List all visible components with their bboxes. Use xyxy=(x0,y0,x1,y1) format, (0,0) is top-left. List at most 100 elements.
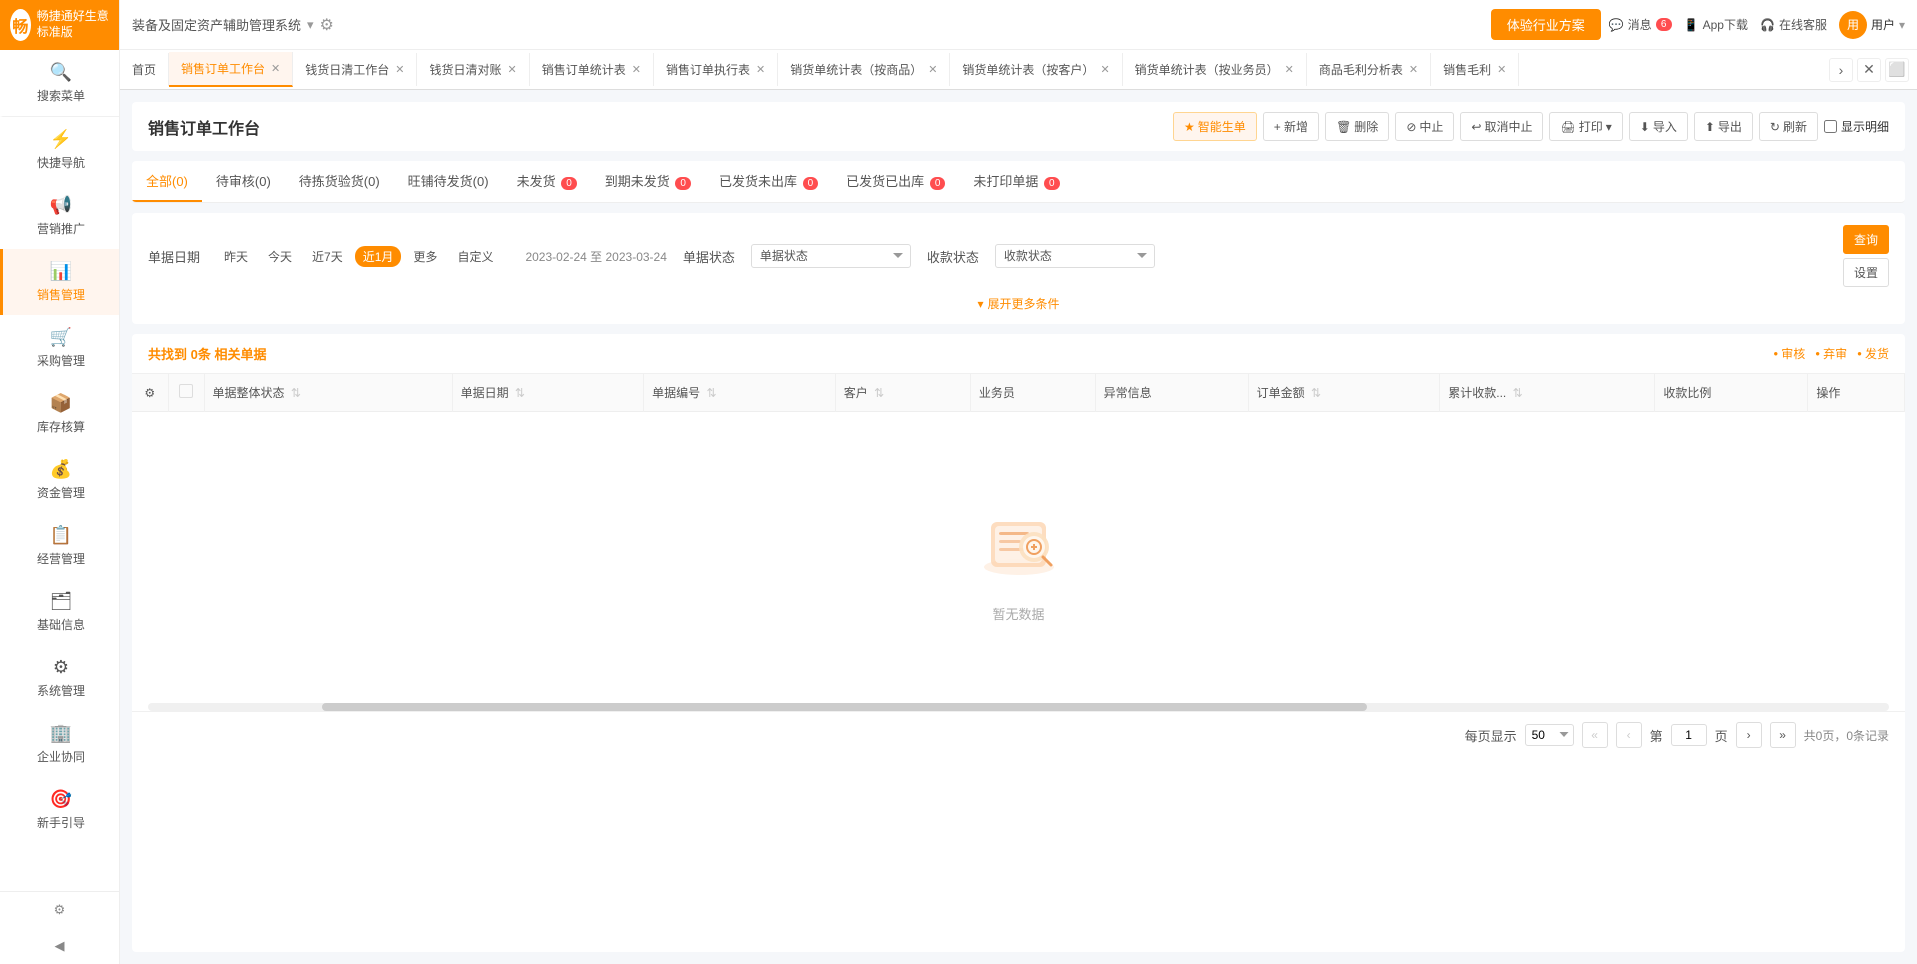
tab-margin-analysis[interactable]: 商品毛利分析表 ✕ xyxy=(1307,53,1431,86)
date-option-today[interactable]: 今天 xyxy=(260,246,300,267)
tab-close-all[interactable]: ✕ xyxy=(1857,58,1881,82)
tab-cash-reconcile-label: 钱货日清对账 xyxy=(429,61,501,78)
th-status[interactable]: 单据整体状态 ⇅ xyxy=(204,374,452,412)
tab-home[interactable]: 首页 xyxy=(120,53,169,86)
add-btn[interactable]: + 新增 xyxy=(1263,112,1319,141)
tab-scroll-right[interactable]: › xyxy=(1829,58,1853,82)
tab-sales-stat-product-close[interactable]: ✕ xyxy=(928,63,937,76)
filter-tab-shipped-out[interactable]: 已发货已出库 0 xyxy=(832,161,959,202)
suspend-btn[interactable]: ⊘ 中止 xyxy=(1395,112,1454,141)
th-amount[interactable]: 订单金额 ⇅ xyxy=(1248,374,1440,412)
trial-btn[interactable]: 体验行业方案 xyxy=(1491,9,1601,40)
page-next-btn[interactable]: › xyxy=(1736,722,1762,748)
sidebar-item-quick-nav[interactable]: ⚡ 快捷导航 xyxy=(0,117,119,183)
payment-select[interactable]: 收款状态 xyxy=(995,244,1155,268)
app-download-btn[interactable]: 📱 App下载 xyxy=(1684,16,1748,33)
tab-cash-clear[interactable]: 钱货日清工作台 ✕ xyxy=(293,53,417,86)
tab-sales-workbench-close[interactable]: ✕ xyxy=(271,62,280,75)
date-option-7days[interactable]: 近7天 xyxy=(304,246,351,267)
page-first-btn[interactable]: « xyxy=(1582,722,1608,748)
settings-bottom-btn[interactable]: ⚙ xyxy=(0,892,119,928)
table-header-row: ⚙ 单据整体状态 ⇅ 单据日期 ⇅ 单据编号 ⇅ 客户 ⇅ 业务员 异常信息 订… xyxy=(132,374,1905,412)
page-last-btn[interactable]: » xyxy=(1770,722,1796,748)
abandon-review-action[interactable]: 弃审 xyxy=(1815,345,1847,362)
page-prev-btn[interactable]: ‹ xyxy=(1616,722,1642,748)
filter-tab-pending-review[interactable]: 待审核(0) xyxy=(202,161,285,202)
show-detail-checkbox-label[interactable]: 显示明细 xyxy=(1824,118,1889,135)
tab-sales-stat-staff-close[interactable]: ✕ xyxy=(1285,63,1294,76)
settings-icon[interactable]: ⚙ xyxy=(320,15,334,35)
th-customer[interactable]: 客户 ⇅ xyxy=(835,374,970,412)
tab-cash-clear-close[interactable]: ✕ xyxy=(395,63,404,76)
filter-tab-pending-inspect[interactable]: 待拣货验货(0) xyxy=(285,161,394,202)
tab-sales-stat-close[interactable]: ✕ xyxy=(632,63,641,76)
status-select[interactable]: 单据状态 xyxy=(751,244,911,268)
page-number-input[interactable] xyxy=(1671,724,1707,746)
settings-filter-btn[interactable]: 设置 xyxy=(1843,258,1889,287)
tab-sales-stat-staff[interactable]: 销货单统计表（按业务员） ✕ xyxy=(1123,53,1307,86)
tab-sales-exec-close[interactable]: ✕ xyxy=(756,63,765,76)
tab-margin-analysis-close[interactable]: ✕ xyxy=(1409,63,1418,76)
filter-tab-wangpu[interactable]: 旺铺待发货(0) xyxy=(394,161,503,202)
sidebar-item-inventory[interactable]: 📦 库存核算 xyxy=(0,381,119,447)
refresh-btn[interactable]: ↻ 刷新 xyxy=(1759,112,1818,141)
print-btn[interactable]: 🖨 打印 ▾ xyxy=(1549,112,1622,141)
tab-cash-reconcile-close[interactable]: ✕ xyxy=(508,63,517,76)
tab-sales-profit[interactable]: 销售毛利 ✕ xyxy=(1431,53,1519,86)
th-collected[interactable]: 累计收款... ⇅ xyxy=(1440,374,1655,412)
date-option-custom[interactable]: 自定义 xyxy=(449,246,501,267)
scrollbar-thumb[interactable] xyxy=(322,703,1367,711)
sidebar-item-operation[interactable]: 📋 经营管理 xyxy=(0,513,119,579)
tab-sales-stat-customer-close[interactable]: ✕ xyxy=(1100,63,1109,76)
collapse-btn[interactable]: ◀ xyxy=(0,928,119,964)
horizontal-scrollbar[interactable] xyxy=(148,703,1889,711)
sidebar-item-system[interactable]: ⚙ 系统管理 xyxy=(0,645,119,711)
filter-tab-not-shipped[interactable]: 未发货 0 xyxy=(503,161,591,202)
tab-sales-stat-customer[interactable]: 销货单统计表（按客户） ✕ xyxy=(950,53,1122,86)
ship-action[interactable]: 发货 xyxy=(1857,345,1889,362)
tab-sales-exec[interactable]: 销售订单执行表 ✕ xyxy=(654,53,778,86)
show-detail-checkbox[interactable] xyxy=(1824,120,1837,133)
sidebar-item-guide[interactable]: 🎯 新手引导 xyxy=(0,777,119,843)
date-options: 昨天 今天 近7天 近1月 更多 自定义 xyxy=(216,246,501,267)
ai-smart-btn[interactable]: ★ 智能生单 xyxy=(1173,112,1257,141)
cancel-suspend-btn[interactable]: ↩ 取消中止 xyxy=(1460,112,1543,141)
review-action[interactable]: 审核 xyxy=(1773,345,1805,362)
tab-sales-stat-product[interactable]: 销货单统计表（按商品） ✕ xyxy=(778,53,950,86)
tab-cash-reconcile[interactable]: 钱货日清对账 ✕ xyxy=(417,53,529,86)
dropdown-icon[interactable]: ▾ xyxy=(307,17,314,33)
tab-maximize[interactable]: ⬜ xyxy=(1885,58,1909,82)
tab-sales-stat[interactable]: 销售订单统计表 ✕ xyxy=(530,53,654,86)
sidebar-item-search[interactable]: 🔍 搜索菜单 xyxy=(0,50,119,117)
sidebar-item-purchase[interactable]: 🛒 采购管理 xyxy=(0,315,119,381)
message-btn[interactable]: 💬 消息 6 xyxy=(1609,16,1672,33)
sidebar-item-base[interactable]: 🗂 基础信息 xyxy=(0,579,119,645)
sidebar-item-sales[interactable]: 📊 销售管理 xyxy=(0,249,119,315)
cancel-suspend-label: 取消中止 xyxy=(1484,118,1532,135)
date-option-month[interactable]: 近1月 xyxy=(355,246,402,267)
filter-tabs: 全部(0) 待审核(0) 待拣货验货(0) 旺铺待发货(0) 未发货 0 到期未… xyxy=(132,161,1905,203)
import-btn[interactable]: ⬇ 导入 xyxy=(1629,112,1688,141)
tab-sales-profit-close[interactable]: ✕ xyxy=(1497,63,1506,76)
th-checkbox[interactable] xyxy=(168,374,204,412)
delete-btn[interactable]: 🗑 删除 xyxy=(1325,112,1389,141)
filter-tab-not-printed[interactable]: 未打印单据 0 xyxy=(959,161,1073,202)
page-size-select[interactable]: 50 10 20 100 xyxy=(1525,724,1574,746)
sidebar-item-marketing[interactable]: 📢 营销推广 xyxy=(0,183,119,249)
filter-tab-all[interactable]: 全部(0) xyxy=(132,161,202,202)
date-option-yesterday[interactable]: 昨天 xyxy=(216,246,256,267)
export-btn[interactable]: ⬆ 导出 xyxy=(1694,112,1753,141)
filter-tab-shipped-not-out[interactable]: 已发货未出库 0 xyxy=(705,161,832,202)
expand-conditions-btn[interactable]: ▾ 展开更多条件 xyxy=(977,295,1059,312)
th-date[interactable]: 单据日期 ⇅ xyxy=(452,374,644,412)
query-btn[interactable]: 查询 xyxy=(1843,225,1889,254)
th-number[interactable]: 单据编号 ⇅ xyxy=(644,374,836,412)
th-settings[interactable]: ⚙ xyxy=(132,374,168,412)
date-option-more[interactable]: 更多 xyxy=(405,246,445,267)
filter-tab-overdue[interactable]: 到期未发货 0 xyxy=(591,161,705,202)
sidebar-item-enterprise[interactable]: 🏢 企业协同 xyxy=(0,711,119,777)
user-info[interactable]: 用 用户 ▾ xyxy=(1839,11,1905,39)
tab-sales-workbench[interactable]: 销售订单工作台 ✕ xyxy=(169,52,293,87)
sidebar-item-finance[interactable]: 💰 资金管理 xyxy=(0,447,119,513)
online-service-btn[interactable]: 🎧 在线客服 xyxy=(1760,16,1827,33)
